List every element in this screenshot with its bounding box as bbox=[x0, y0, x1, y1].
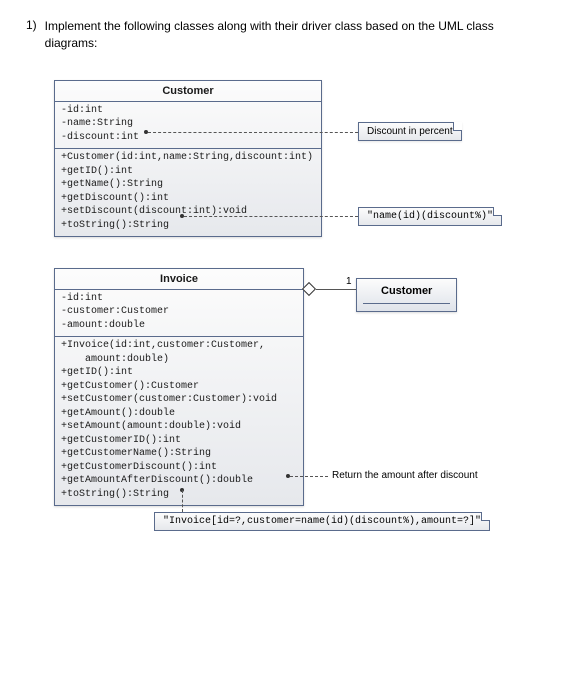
uml-method-getamountafter: +getAmountAfterDiscount():double bbox=[61, 474, 297, 488]
uml-attr: -customer:Customer bbox=[61, 305, 297, 319]
note-tostring-invoice: "Invoice[id=?,customer=name(id)(discount… bbox=[154, 512, 490, 531]
uml-method: +getDiscount():int bbox=[61, 192, 315, 206]
uml-attr-discount: -discount:int bbox=[61, 131, 315, 145]
note-tostring-customer: "name(id)(discount%)" bbox=[358, 207, 502, 226]
note-amount-after: Return the amount after discount bbox=[332, 470, 478, 481]
note-text: "name(id)(discount%)" bbox=[367, 211, 493, 222]
uml-method: +setCustomer(customer:Customer):void bbox=[61, 393, 297, 407]
uml-method: +getCustomerID():int bbox=[61, 434, 297, 448]
uml-method: +getCustomerName():String bbox=[61, 447, 297, 461]
association-line bbox=[316, 289, 356, 290]
aggregation-diamond-icon bbox=[302, 282, 316, 296]
uml-attr: -id:int bbox=[61, 104, 315, 118]
dash-line bbox=[290, 476, 328, 477]
question-number: 1) bbox=[26, 18, 37, 52]
uml-method: +getCustomerDiscount():int bbox=[61, 461, 297, 475]
uml-method: +setAmount(amount:double):void bbox=[61, 420, 297, 434]
uml-method-tostring: +toString():String bbox=[61, 488, 297, 502]
uml-method: amount:double) bbox=[61, 353, 297, 367]
multiplicity-label: 1 bbox=[346, 276, 352, 287]
uml-method: +getAmount():double bbox=[61, 407, 297, 421]
uml-method-tostring: +toString():String bbox=[61, 219, 315, 233]
uml-attributes: -id:int -customer:Customer -amount:doubl… bbox=[55, 290, 303, 338]
uml-diagram: Customer -id:int -name:String -discount:… bbox=[54, 80, 542, 660]
uml-class-title: Customer bbox=[55, 81, 321, 102]
uml-method: +getCustomer():Customer bbox=[61, 380, 297, 394]
dash-line bbox=[184, 216, 358, 217]
dash-line bbox=[182, 490, 183, 512]
note-discount-percent: Discount in percent bbox=[358, 122, 462, 141]
uml-method: +getID():int bbox=[61, 165, 315, 179]
uml-method: +Invoice(id:int,customer:Customer, bbox=[61, 339, 297, 353]
uml-methods: +Invoice(id:int,customer:Customer, amoun… bbox=[55, 337, 303, 505]
question-text: Implement the following classes along wi… bbox=[45, 18, 542, 52]
uml-attr: -amount:double bbox=[61, 319, 297, 333]
uml-class-title: Invoice bbox=[55, 269, 303, 290]
uml-attr: -name:String bbox=[61, 117, 315, 131]
uml-class-ref-customer: Customer bbox=[356, 278, 457, 312]
uml-method: +Customer(id:int,name:String,discount:in… bbox=[61, 151, 315, 165]
uml-methods: +Customer(id:int,name:String,discount:in… bbox=[55, 149, 321, 236]
question: 1) Implement the following classes along… bbox=[26, 18, 542, 52]
uml-class-title: Customer bbox=[381, 285, 432, 297]
dash-line bbox=[148, 132, 358, 133]
note-text: "Invoice[id=?,customer=name(id)(discount… bbox=[163, 516, 481, 527]
uml-class-invoice: Invoice -id:int -customer:Customer -amou… bbox=[54, 268, 304, 507]
uml-class-customer: Customer -id:int -name:String -discount:… bbox=[54, 80, 322, 238]
uml-method: +getName():String bbox=[61, 178, 315, 192]
note-text: Discount in percent bbox=[367, 126, 453, 137]
uml-attr: -id:int bbox=[61, 292, 297, 306]
uml-attributes: -id:int -name:String -discount:int bbox=[55, 102, 321, 150]
uml-method: +getID():int bbox=[61, 366, 297, 380]
